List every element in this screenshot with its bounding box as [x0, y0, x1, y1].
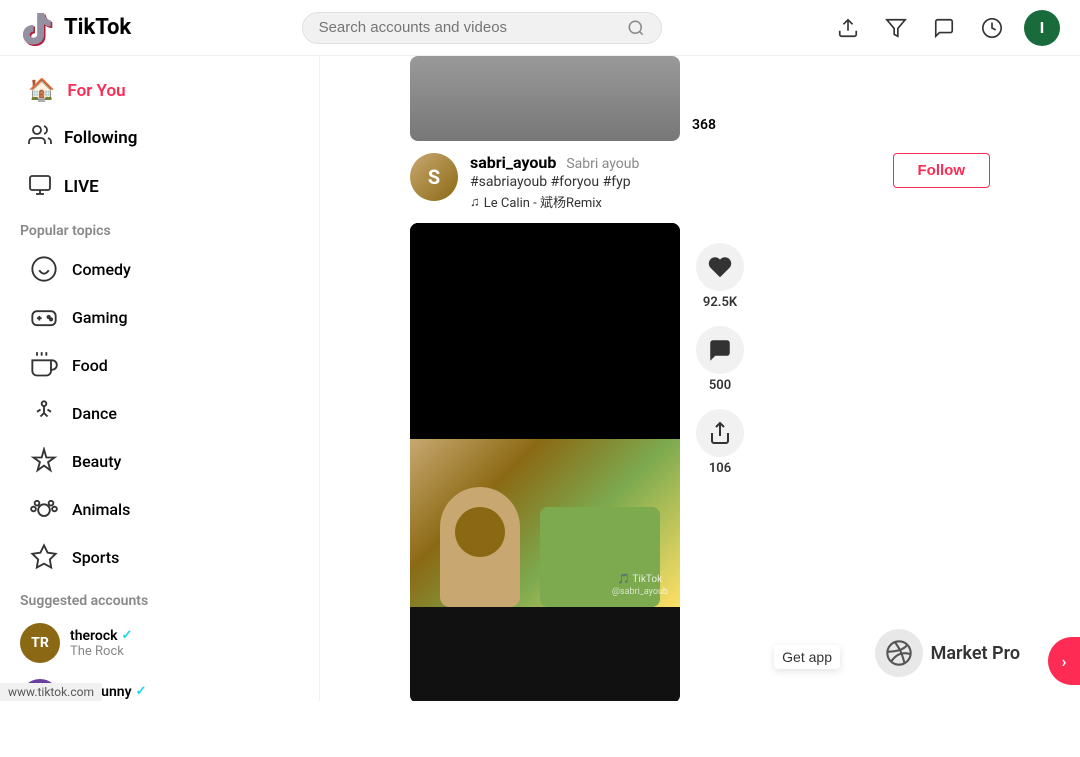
comedy-label: Comedy: [72, 260, 131, 279]
gaming-label: Gaming: [72, 308, 128, 327]
avatar[interactable]: I: [1024, 10, 1060, 46]
post-username[interactable]: sabri_ayoub: [470, 153, 556, 172]
search-input[interactable]: [319, 19, 627, 36]
get-app-button[interactable]: Get app: [774, 645, 840, 669]
sidebar: 🏠 For You Following: [0, 56, 320, 701]
live-icon: [28, 173, 52, 201]
popular-topics-title: Popular topics: [0, 211, 319, 245]
video-player[interactable]: 🎵 TikTok @sabri_ayoub: [410, 223, 680, 701]
status-url: www.tiktok.com: [0, 683, 102, 701]
therock-verified: ✓: [122, 628, 133, 643]
beauty-label: Beauty: [72, 452, 121, 471]
following-icon: [28, 123, 52, 153]
therock-username: therock ✓: [70, 628, 132, 644]
logo-text: TikTok: [64, 15, 131, 40]
sidebar-item-following[interactable]: Following: [8, 113, 311, 163]
post-song: ♫ Le Calin - 斌杨Remix: [470, 192, 881, 211]
suggested-accounts-title: Suggested accounts: [0, 581, 319, 615]
header-icons: I: [832, 10, 1060, 46]
comedy-icon: [28, 253, 60, 285]
market-pro-overlay: Market Pro: [875, 629, 1020, 677]
partial-count: 368: [692, 117, 716, 133]
food-label: Food: [72, 356, 108, 375]
post-header: S sabri_ayoub Sabri ayoub #sabriayoub #f…: [410, 153, 990, 211]
topic-gaming[interactable]: Gaming: [8, 293, 311, 341]
badbunny-verified: ✓: [136, 684, 147, 699]
search-bar[interactable]: [302, 12, 662, 44]
video-bottom: [410, 607, 680, 701]
watermark-handle: @sabri_ayoub: [612, 587, 668, 597]
like-button[interactable]: 92.5K: [696, 243, 744, 310]
topic-beauty[interactable]: Beauty: [8, 437, 311, 485]
messages-icon[interactable]: [928, 12, 960, 44]
topic-comedy[interactable]: Comedy: [8, 245, 311, 293]
market-pro-icon: [875, 629, 923, 677]
comment-button[interactable]: 500: [696, 326, 744, 393]
post-avatar[interactable]: S: [410, 153, 458, 201]
topic-animals[interactable]: Animals: [8, 485, 311, 533]
animals-label: Animals: [72, 500, 130, 519]
beauty-icon: [28, 445, 60, 477]
comment-count: 500: [709, 378, 731, 393]
share-button[interactable]: 106: [696, 409, 744, 476]
sidebar-item-live[interactable]: LIVE: [8, 163, 311, 211]
food-icon: [28, 349, 60, 381]
home-icon: 🏠: [28, 78, 55, 103]
upload-icon[interactable]: [832, 12, 864, 44]
music-note: ♫: [470, 194, 480, 210]
account-therock[interactable]: TR therock ✓ The Rock: [0, 615, 319, 671]
topic-dance[interactable]: Dance: [8, 389, 311, 437]
animals-icon: [28, 493, 60, 525]
sidebar-item-for-you[interactable]: 🏠 For You: [8, 68, 311, 113]
dance-label: Dance: [72, 404, 117, 423]
live-label: LIVE: [64, 177, 99, 197]
logo[interactable]: TikTok: [20, 10, 131, 46]
header: TikTok: [0, 0, 1080, 56]
sports-icon: [28, 541, 60, 573]
gaming-icon: [28, 301, 60, 333]
for-you-label: For You: [67, 81, 125, 101]
comment-icon: [696, 326, 744, 374]
post-display-name: Sabri ayoub: [566, 156, 639, 172]
watermark-brand: 🎵 TikTok: [618, 574, 662, 585]
post-tags: #sabriayoub #foryou #fyp: [470, 174, 881, 190]
main-layout: 🏠 For You Following: [0, 56, 1080, 701]
sports-label: Sports: [72, 548, 119, 567]
video-actions: 92.5K 500: [696, 223, 744, 476]
dance-icon: [28, 397, 60, 429]
therock-display: The Rock: [70, 644, 132, 659]
feed: 368 S sabri_ayoub Sabri ayoub #sabriayo: [400, 56, 1000, 701]
video-top: [410, 223, 680, 439]
partial-video-thumb: [410, 56, 680, 141]
therock-avatar: TR: [20, 623, 60, 663]
partial-video-row: 368: [410, 56, 990, 141]
search-button[interactable]: [627, 19, 645, 37]
follow-button[interactable]: Follow: [893, 153, 991, 188]
video-watermark: 🎵 TikTok @sabri_ayoub: [612, 574, 668, 597]
video-post: S sabri_ayoub Sabri ayoub #sabriayoub #f…: [410, 153, 990, 701]
clock-icon[interactable]: [976, 12, 1008, 44]
topic-food[interactable]: Food: [8, 341, 311, 389]
share-icon: [696, 409, 744, 457]
market-pro-label: Market Pro: [931, 643, 1020, 664]
topic-sports[interactable]: Sports: [8, 533, 311, 581]
share-count: 106: [709, 461, 731, 476]
like-count: 92.5K: [703, 295, 737, 310]
following-label: Following: [64, 128, 137, 148]
main-content: 368 S sabri_ayoub Sabri ayoub #sabriayo: [320, 56, 1080, 701]
filter-icon[interactable]: [880, 12, 912, 44]
heart-icon: [696, 243, 744, 291]
